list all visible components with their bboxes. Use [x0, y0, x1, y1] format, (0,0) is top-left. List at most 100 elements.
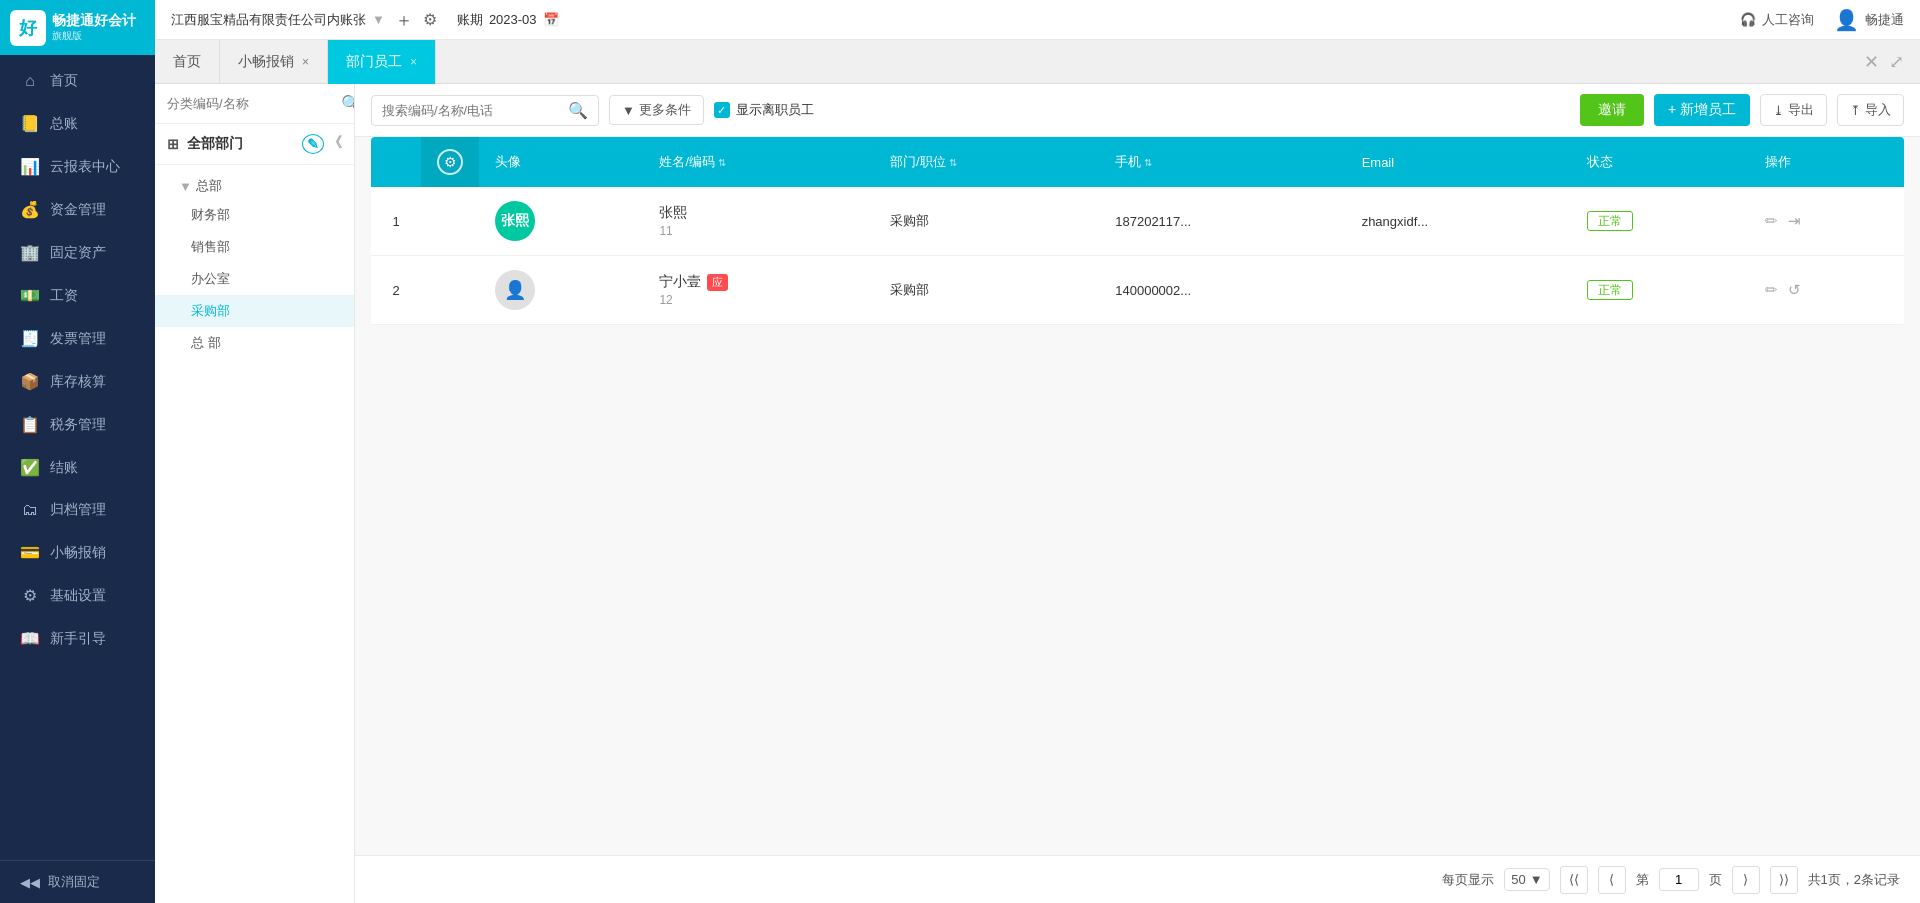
add-employee-button[interactable]: + 新增员工 [1654, 94, 1750, 126]
tab-expenses[interactable]: 小畅报销 × [220, 40, 328, 84]
sidebar-item-assets[interactable]: 🏢 固定资产 [0, 231, 155, 274]
user-avatar-icon: 👤 [1834, 8, 1859, 32]
page-size-select[interactable]: 50 ▼ [1504, 868, 1549, 891]
dept-item-office[interactable]: 办公室 [155, 263, 354, 295]
sidebar-item-tax[interactable]: 📋 税务管理 [0, 403, 155, 446]
show-resigned-label: 显示离职员工 [736, 101, 814, 119]
sidebar-item-label: 库存核算 [50, 373, 106, 391]
period-selector[interactable]: 账期 2023-03 📅 [457, 11, 559, 29]
row-phone-cell: 140000002... [1099, 256, 1345, 325]
tab-expenses-label: 小畅报销 [238, 53, 294, 71]
sidebar-item-reports[interactable]: 📊 云报表中心 [0, 145, 155, 188]
table-toolbar: 🔍 ▼ 更多条件 ✓ 显示离职员工 邀请 + 新增员工 ⤓ 导出 [355, 84, 1920, 137]
dept-search-input[interactable] [167, 96, 335, 111]
topbar-right: 🎧 人工咨询 👤 畅捷通 [1740, 8, 1904, 32]
next-page-button[interactable]: ⟩ [1732, 866, 1760, 894]
employee-search-input[interactable] [382, 103, 562, 118]
col-name-code[interactable]: 姓名/编码⇅ [643, 137, 874, 187]
show-resigned-toggle[interactable]: ✓ 显示离职员工 [714, 101, 814, 119]
invite-button[interactable]: 邀请 [1580, 94, 1644, 126]
import-label: 导入 [1865, 101, 1891, 119]
tab-home[interactable]: 首页 [155, 40, 220, 84]
employee-search-icon[interactable]: 🔍 [568, 101, 588, 120]
edit-icon[interactable]: ✏ [1765, 212, 1778, 230]
sidebar-item-funds[interactable]: 💰 资金管理 [0, 188, 155, 231]
tab-expenses-close-icon[interactable]: × [302, 55, 309, 69]
logo-icon: 好 [10, 10, 46, 46]
dept-item-finance[interactable]: 财务部 [155, 199, 354, 231]
dept-edit-icon[interactable]: ✎ [302, 134, 324, 154]
tab-dept-employee-close-icon[interactable]: × [410, 55, 417, 69]
col-actions: 操作 [1749, 137, 1904, 187]
sidebar-item-guide[interactable]: 📖 新手引导 [0, 617, 155, 660]
column-settings-icon[interactable]: ⚙ [437, 149, 463, 175]
sidebar-item-ledger[interactable]: 📒 总账 [0, 102, 155, 145]
show-resigned-checkbox[interactable]: ✓ [714, 102, 730, 118]
page-number-input[interactable] [1659, 868, 1699, 891]
topbar-settings-icon[interactable]: ⚙ [423, 10, 437, 29]
edit-icon[interactable]: ✏ [1765, 281, 1778, 299]
row-settings-cell [421, 256, 479, 325]
sidebar-nav: ⌂ 首页 📒 总账 📊 云报表中心 💰 资金管理 🏢 固定资产 💵 工资 🧾 发… [0, 55, 155, 860]
sidebar-item-checkout[interactable]: ✅ 结账 [0, 446, 155, 489]
app-logo: 好 畅捷通好会计 旗舰版 [0, 0, 155, 55]
row-dept-cell: 采购部 [874, 256, 1099, 325]
action-buttons: ✏ ⇥ [1765, 212, 1888, 230]
status-badge: 正常 [1587, 280, 1633, 300]
funds-icon: 💰 [20, 200, 40, 219]
filter-icon: ▼ [622, 103, 635, 118]
dept-item-hq[interactable]: 总 部 [155, 327, 354, 359]
employee-table: ⚙ 头像 姓名/编码⇅ 部门/职位⇅ 手机⇅ [371, 137, 1904, 325]
tab-dept-employee-label: 部门员工 [346, 53, 402, 71]
add-company-button[interactable]: ＋ [395, 8, 413, 32]
col-dept-position[interactable]: 部门/职位⇅ [874, 137, 1099, 187]
dept-item-sales[interactable]: 销售部 [155, 231, 354, 263]
sidebar-item-archive[interactable]: 🗂 归档管理 [0, 489, 155, 531]
user-menu[interactable]: 👤 畅捷通 [1834, 8, 1904, 32]
status-badge: 正常 [1587, 211, 1633, 231]
sidebar-item-label: 新手引导 [50, 630, 106, 648]
sidebar-item-settings[interactable]: ⚙ 基础设置 [0, 574, 155, 617]
filter-button[interactable]: ▼ 更多条件 [609, 95, 704, 125]
main-area: 江西服宝精品有限责任公司内账张 ▼ ＋ ⚙ 账期 2023-03 📅 🎧 人工咨… [155, 0, 1920, 903]
export-button[interactable]: ⤓ 导出 [1760, 94, 1827, 126]
reset-icon[interactable]: ↺ [1788, 281, 1801, 299]
unpin-button[interactable]: ◀◀ 取消固定 [0, 860, 155, 903]
tab-dept-employee[interactable]: 部门员工 × [328, 40, 436, 84]
page-size-value: 50 [1511, 872, 1525, 887]
logout-icon[interactable]: ⇥ [1788, 212, 1801, 230]
dept-item-purchase[interactable]: 采购部 [155, 295, 354, 327]
last-page-button[interactable]: ⟩⟩ [1770, 866, 1798, 894]
import-icon: ⤒ [1850, 103, 1861, 118]
dept-group-title-general[interactable]: ▼ 总部 [155, 171, 354, 199]
expand-icon[interactable]: ⤢ [1889, 51, 1904, 73]
dept-all-header[interactable]: ⊞ 全部部门 ✎ 《 [155, 124, 354, 165]
employee-search-box: 🔍 [371, 95, 599, 126]
sidebar-item-label: 发票管理 [50, 330, 106, 348]
ledger-icon: 📒 [20, 114, 40, 133]
close-all-icon[interactable]: ✕ [1864, 51, 1879, 73]
import-button[interactable]: ⤒ 导入 [1837, 94, 1904, 126]
table-area: 🔍 ▼ 更多条件 ✓ 显示离职员工 邀请 + 新增员工 ⤓ 导出 [355, 84, 1920, 903]
service-button[interactable]: 🎧 人工咨询 [1740, 11, 1814, 29]
company-selector[interactable]: 江西服宝精品有限责任公司内账张 ▼ [171, 11, 385, 29]
expand-arrow-icon: ▼ [179, 179, 192, 194]
prev-page-button[interactable]: ⟨ [1598, 866, 1626, 894]
row-settings-cell [421, 187, 479, 256]
sidebar-item-expenses[interactable]: 💳 小畅报销 [0, 531, 155, 574]
sidebar-item-home[interactable]: ⌂ 首页 [0, 60, 155, 102]
col-phone[interactable]: 手机⇅ [1099, 137, 1345, 187]
unpin-label: 取消固定 [48, 873, 100, 891]
sidebar-item-inventory[interactable]: 📦 库存核算 [0, 360, 155, 403]
app-name: 畅捷通好会计 [52, 12, 136, 29]
dept-collapse-icon[interactable]: 《 [328, 134, 342, 154]
employee-name: 张熙 [659, 204, 687, 222]
sidebar-item-invoice[interactable]: 🧾 发票管理 [0, 317, 155, 360]
col-avatar: 头像 [479, 137, 643, 187]
row-status-cell: 正常 [1571, 256, 1749, 325]
dept-item-label: 总 部 [191, 334, 221, 352]
dept-item-label: 财务部 [191, 206, 230, 224]
dept-search-icon[interactable]: 🔍 [341, 94, 355, 113]
first-page-button[interactable]: ⟨⟨ [1560, 866, 1588, 894]
sidebar-item-salary[interactable]: 💵 工资 [0, 274, 155, 317]
